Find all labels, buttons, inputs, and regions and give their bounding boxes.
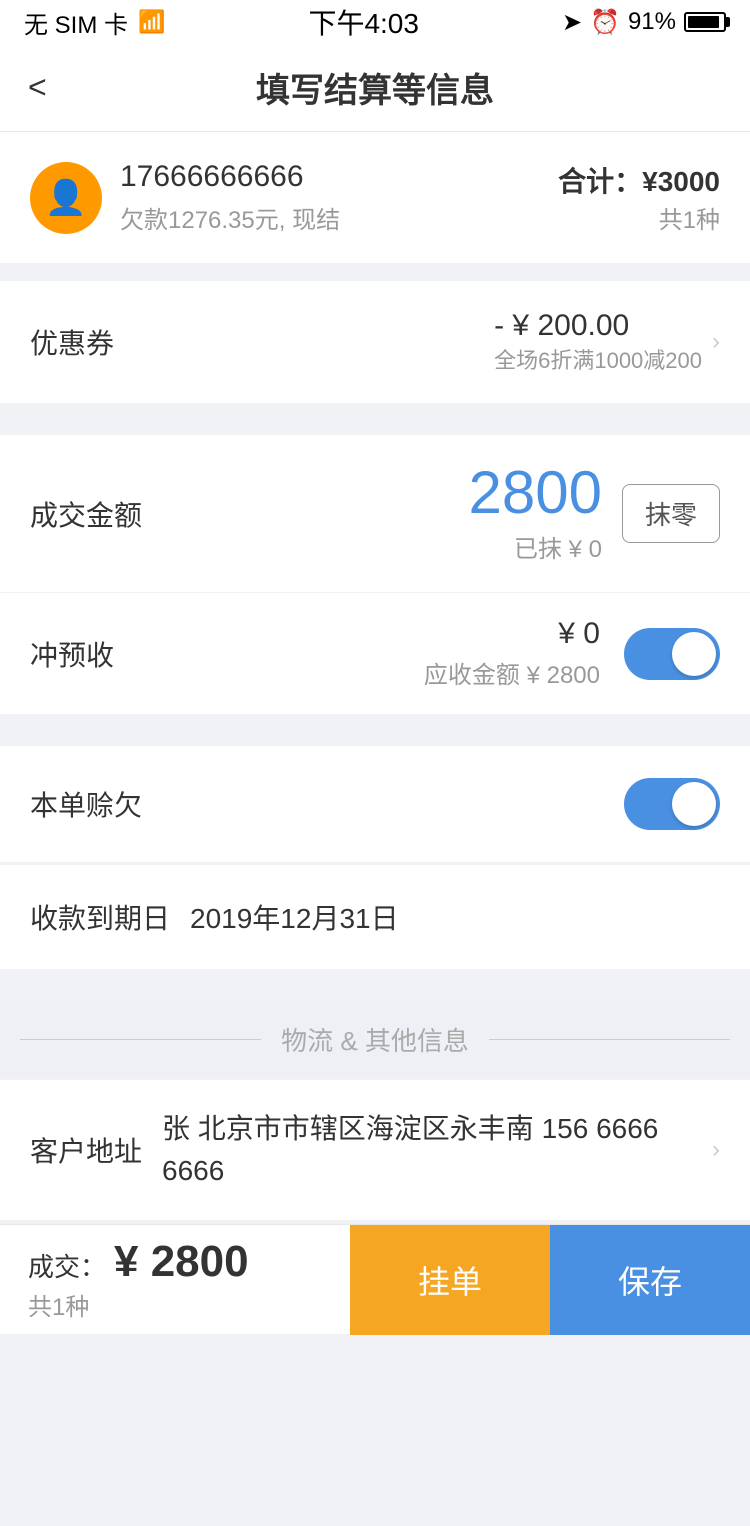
battery-icon	[684, 12, 726, 32]
address-row[interactable]: 客户地址 张 北京市市辖区海淀区永丰南 156 6666 6666 ›	[0, 1080, 750, 1220]
amount-label: 成交金额	[30, 494, 142, 534]
prepay-due: 应收金额 ¥ 2800	[424, 655, 600, 690]
bottom-summary: 成交： ¥ 2800 共1种	[0, 1237, 350, 1322]
bottom-count: 共1种	[28, 1287, 322, 1322]
coupon-chevron: ›	[712, 328, 720, 356]
status-time: 下午4:03	[308, 2, 419, 42]
customer-phone: 17666666666	[120, 160, 340, 194]
customer-card: 👤 17666666666 欠款1276.35元, 现结 合计：¥3000 共1…	[0, 132, 750, 263]
coupon-discount: - ¥ 200.00	[494, 309, 702, 343]
prepay-value-block: ¥ 0 应收金额 ¥ 2800	[424, 617, 600, 690]
duedate-row: 收款到期日 2019年12月31日	[0, 865, 750, 969]
bottom-value: ¥ 2800	[114, 1237, 249, 1287]
prepay-toggle[interactable]	[624, 628, 720, 680]
amount-row: 成交金额 2800 已抹 ¥ 0 抹零	[0, 435, 750, 592]
coupon-value-block: - ¥ 200.00 全场6折满1000减200	[494, 309, 702, 375]
logistics-divider: 物流 & 其他信息	[0, 1001, 750, 1078]
pending-button[interactable]: 挂单	[350, 1225, 550, 1335]
debt-toggle-knob	[672, 782, 716, 826]
status-bar: 无 SIM 卡 📶 下午4:03 ➤ ⏰ 91%	[0, 0, 750, 44]
save-button[interactable]: 保存	[550, 1225, 750, 1335]
transaction-section: 成交金额 2800 已抹 ¥ 0 抹零 冲预收 ¥ 0 应收金额 ¥ 2800	[0, 435, 750, 714]
amount-rubbed: 已抹 ¥ 0	[469, 529, 602, 564]
battery-percent: 91%	[628, 8, 676, 36]
divider-line-right	[489, 1039, 730, 1040]
amount-right: 2800 已抹 ¥ 0 抹零	[469, 463, 721, 564]
coupon-row[interactable]: 优惠券 - ¥ 200.00 全场6折满1000减200 ›	[0, 281, 750, 403]
divider-1	[0, 265, 750, 281]
prepay-value: ¥ 0	[424, 617, 600, 651]
bottom-bar: 成交： ¥ 2800 共1种 挂单 保存	[0, 1224, 750, 1334]
page-title: 填写结算等信息	[256, 63, 494, 112]
duedate-value: 2019年12月31日	[190, 897, 399, 937]
battery-fill	[688, 16, 719, 28]
customer-info: 17666666666 欠款1276.35元, 现结	[120, 160, 340, 235]
wifi-icon: 📶	[138, 9, 165, 35]
customer-left: 👤 17666666666 欠款1276.35元, 现结	[30, 160, 340, 235]
coupon-right: - ¥ 200.00 全场6折满1000减200 ›	[494, 309, 720, 375]
divider-4	[0, 985, 750, 1001]
customer-debt: 欠款1276.35元, 现结	[120, 200, 340, 235]
address-chevron: ›	[712, 1136, 720, 1164]
status-right: ➤ ⏰ 91%	[562, 8, 726, 37]
status-left: 无 SIM 卡 📶	[24, 5, 165, 40]
round-button[interactable]: 抹零	[622, 484, 720, 543]
address-label: 客户地址	[30, 1130, 142, 1170]
bottom-prefix: 成交：	[28, 1247, 106, 1284]
amount-value: 2800	[469, 463, 602, 523]
customer-count: 共1种	[558, 200, 720, 235]
logistics-label: 物流 & 其他信息	[281, 1021, 469, 1058]
bottom-spacer	[0, 1416, 750, 1526]
prepay-right: ¥ 0 应收金额 ¥ 2800	[424, 617, 720, 690]
header: < 填写结算等信息	[0, 44, 750, 132]
toggle-knob	[672, 632, 716, 676]
duedate-label: 收款到期日	[30, 897, 170, 937]
debt-toggle[interactable]	[624, 778, 720, 830]
prepay-row: 冲预收 ¥ 0 应收金额 ¥ 2800	[0, 592, 750, 714]
back-button[interactable]: <	[28, 69, 47, 106]
alarm-icon: ⏰	[590, 8, 620, 37]
coupon-label: 优惠券	[30, 322, 114, 362]
avatar: 👤	[30, 162, 102, 234]
debt-row: 本单赊欠	[0, 746, 750, 862]
divider-3	[0, 730, 750, 746]
debt-label: 本单赊欠	[30, 784, 142, 824]
location-icon: ➤	[562, 8, 582, 37]
prepay-label: 冲预收	[30, 634, 114, 674]
carrier-label: 无 SIM 卡	[24, 5, 128, 40]
coupon-desc: 全场6折满1000减200	[494, 343, 702, 375]
customer-right: 合计：¥3000 共1种	[558, 160, 720, 235]
divider-line-left	[20, 1039, 261, 1040]
divider-2	[0, 419, 750, 435]
customer-total: 合计：¥3000	[558, 160, 720, 200]
amount-value-block: 2800 已抹 ¥ 0	[469, 463, 602, 564]
address-value: 张 北京市市辖区海淀区永丰南 156 6666 6666	[162, 1108, 712, 1192]
bottom-summary-top: 成交： ¥ 2800	[28, 1237, 322, 1287]
